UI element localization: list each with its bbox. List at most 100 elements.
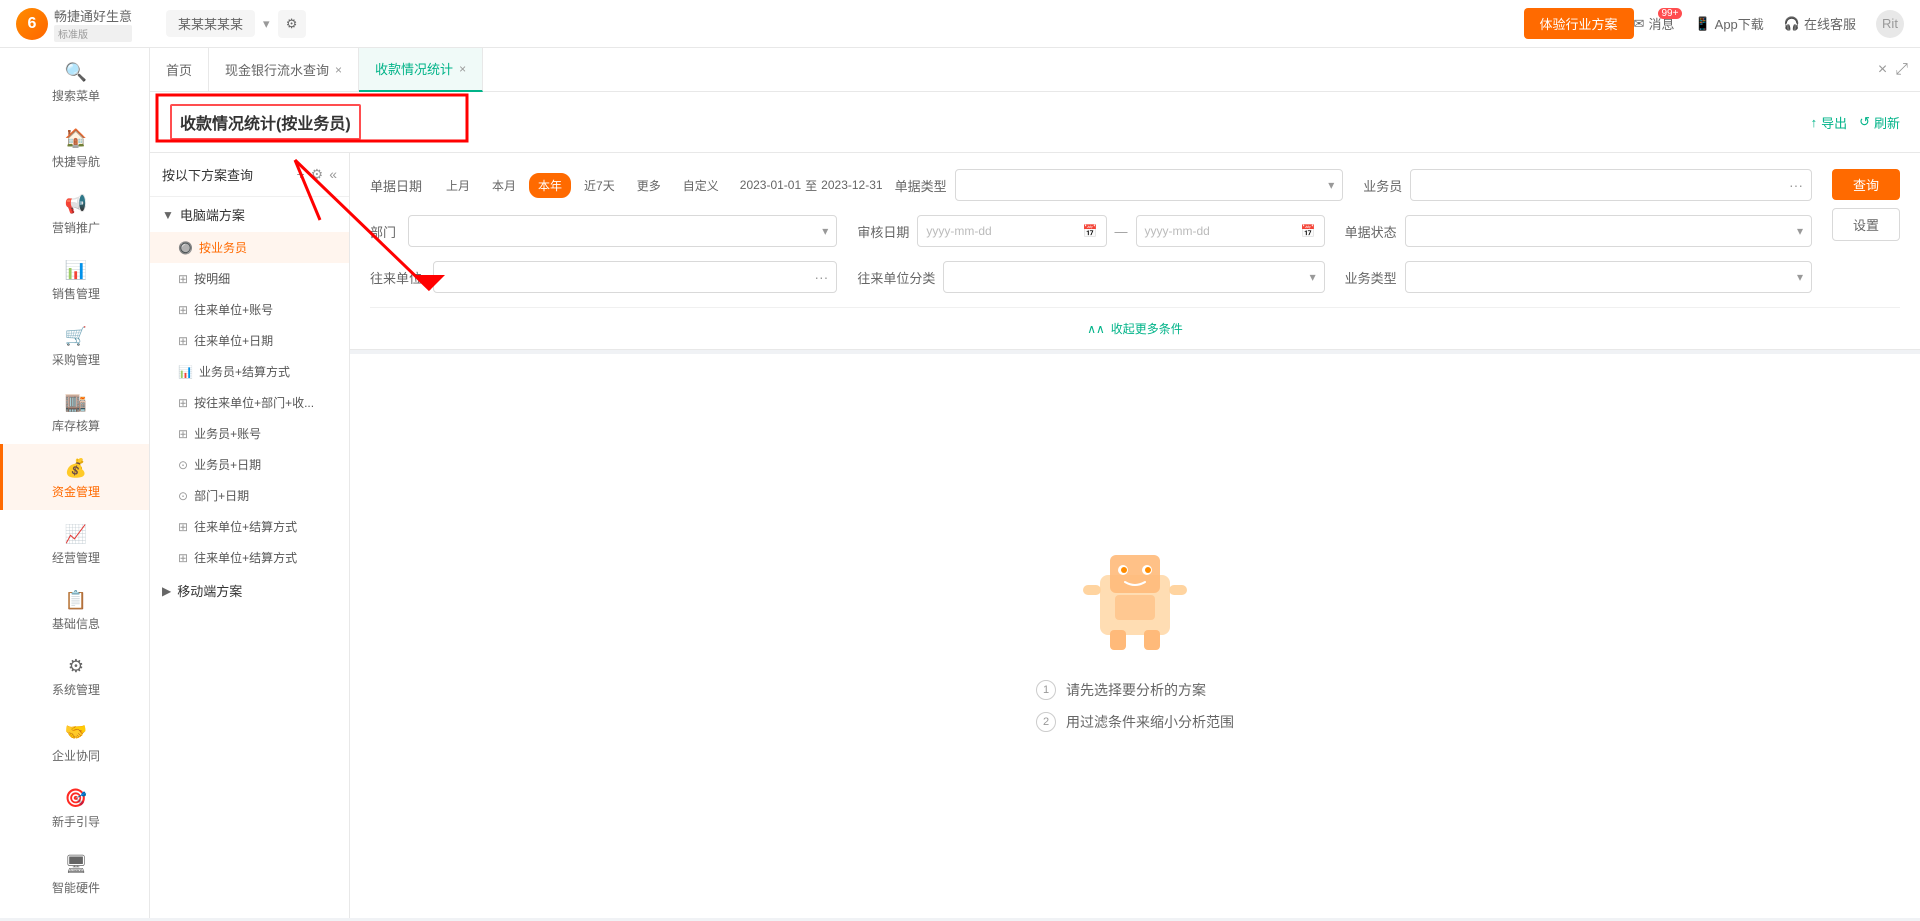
empty-step-2: 2 用过滤条件来缩小分析范围 bbox=[1036, 712, 1234, 732]
sidebar-item-corp[interactable]: 🤝 企业协同 bbox=[0, 708, 149, 774]
tab-restore-icon[interactable]: ⤢ bbox=[1895, 61, 1908, 79]
scheme-item-label-0: 按业务员 bbox=[199, 239, 247, 256]
counterpart-category-chevron: ▾ bbox=[1310, 270, 1316, 284]
message-icon: ✉ bbox=[1634, 16, 1645, 32]
scheme-panel: 按以下方案查询 + ⚙ « ▼ 电脑端方案 🔘 按业务员 bbox=[150, 153, 350, 918]
scheme-item-10[interactable]: ⊞ 往来单位+结算方式 bbox=[150, 542, 349, 573]
collapse-label: 收起更多条件 bbox=[1111, 320, 1183, 337]
business-type-select[interactable]: ▾ bbox=[1405, 261, 1812, 293]
dept-select[interactable]: ▾ bbox=[408, 215, 837, 247]
sidebar-label-inventory: 库存核算 bbox=[52, 417, 100, 434]
empty-area: 1 请先选择要分析的方案 2 用过滤条件来缩小分析范围 bbox=[350, 354, 1920, 918]
scheme-item-label-7: 业务员+日期 bbox=[194, 456, 261, 473]
scheme-item-7[interactable]: ⊙ 业务员+日期 bbox=[150, 449, 349, 480]
app-download-label: App下载 bbox=[1715, 14, 1764, 33]
scheme-item-6[interactable]: ⊞ 业务员+账号 bbox=[150, 418, 349, 449]
review-date-from[interactable]: yyyy-mm-dd 📅 bbox=[917, 215, 1106, 247]
sidebar-item-purchase[interactable]: 🛒 采购管理 bbox=[0, 312, 149, 378]
tab-close-all-icon[interactable]: × bbox=[1878, 61, 1887, 79]
scheme-item-3[interactable]: ⊞ 往来单位+日期 bbox=[150, 325, 349, 356]
counterpart-category-filter: 往来单位分类 ▾ bbox=[857, 261, 1324, 293]
collapse-bar[interactable]: ∧∧ 收起更多条件 bbox=[370, 307, 1900, 349]
workspace-dropdown-icon[interactable]: ▾ bbox=[263, 16, 270, 32]
sidebar-item-sysadmin[interactable]: ⚙ 系统管理 bbox=[0, 642, 149, 708]
sidebar-item-marketing[interactable]: 📢 营销推广 bbox=[0, 180, 149, 246]
shortcut-last-month[interactable]: 上月 bbox=[437, 173, 479, 198]
query-button[interactable]: 查询 bbox=[1832, 169, 1900, 200]
export-button[interactable]: ↑ 导出 bbox=[1811, 113, 1848, 132]
content-area: 首页 现金银行流水查询 × 收款情况统计 × × ⤢ 收款情况统计(按业务员) bbox=[150, 48, 1920, 918]
tab-receipt-stats[interactable]: 收款情况统计 × bbox=[359, 48, 483, 92]
sidebar-label-hardware: 智能硬件 bbox=[52, 879, 100, 896]
doctype-chevron-icon: ▾ bbox=[1328, 178, 1334, 192]
scheme-add-icon[interactable]: + bbox=[296, 166, 304, 183]
salesperson-more-icon: ··· bbox=[1789, 177, 1803, 193]
tab-cashflow-close[interactable]: × bbox=[335, 63, 342, 77]
trial-button[interactable]: 体验行业方案 bbox=[1524, 8, 1634, 39]
counterpart-category-select[interactable]: ▾ bbox=[943, 261, 1324, 293]
scheme-category-mobile[interactable]: ▶ 移动端方案 bbox=[150, 573, 349, 608]
sidebar-item-business[interactable]: 📈 经营管理 bbox=[0, 510, 149, 576]
sidebar-item-hardware[interactable]: 🖥 智能硬件 bbox=[0, 840, 149, 906]
scheme-item-2[interactable]: ⊞ 往来单位+账号 bbox=[150, 294, 349, 325]
settings-icon[interactable]: ⚙ bbox=[278, 10, 306, 38]
logo-text: 畅捷通好生意 bbox=[54, 6, 132, 25]
doc-status-select[interactable]: ▾ bbox=[1405, 215, 1812, 247]
sidebar-item-sales[interactable]: 📊 销售管理 bbox=[0, 246, 149, 312]
app-download-area[interactable]: 📱 App下载 bbox=[1694, 14, 1763, 33]
sidebar-item-quicknav[interactable]: 🏠 快捷导航 bbox=[0, 114, 149, 180]
robot-svg bbox=[1075, 540, 1195, 660]
doc-status-filter: 单据状态 ▾ bbox=[1345, 215, 1812, 247]
scheme-item-4[interactable]: 📊 业务员+结算方式 bbox=[150, 356, 349, 387]
shortcut-this-year[interactable]: 本年 bbox=[529, 173, 571, 198]
sidebar-item-baseinfo[interactable]: 📋 基础信息 bbox=[0, 576, 149, 642]
scheme-collapse-icon[interactable]: « bbox=[329, 166, 337, 183]
scheme-header-text: 按以下方案查询 bbox=[162, 165, 296, 184]
workspace-name[interactable]: 某某某某某 bbox=[166, 10, 255, 37]
scheme-item-9[interactable]: ⊞ 往来单位+结算方式 bbox=[150, 511, 349, 542]
shortcut-this-month[interactable]: 本月 bbox=[483, 173, 525, 198]
sidebar-label-sysadmin: 系统管理 bbox=[52, 681, 100, 698]
scheme-category-desktop[interactable]: ▼ 电脑端方案 bbox=[150, 197, 349, 232]
tab-receipt-stats-close[interactable]: × bbox=[459, 62, 466, 76]
shortcut-more[interactable]: 更多 bbox=[628, 173, 670, 198]
scheme-item-1[interactable]: ⊞ 按明细 bbox=[150, 263, 349, 294]
headset-icon: 🎧 bbox=[1784, 16, 1800, 32]
sidebar-item-finance[interactable]: 💰 资金管理 bbox=[0, 444, 149, 510]
online-service-area[interactable]: 🎧 在线客服 bbox=[1784, 14, 1856, 33]
refresh-button[interactable]: ↺ 刷新 bbox=[1859, 113, 1900, 132]
scheme-item-8[interactable]: ⊙ 部门+日期 bbox=[150, 480, 349, 511]
sidebar-item-inventory[interactable]: 🏬 库存核算 bbox=[0, 378, 149, 444]
tab-cashflow[interactable]: 现金银行流水查询 × bbox=[209, 48, 359, 92]
scheme-item-icon-2: ⊞ bbox=[178, 303, 188, 317]
doc-status-label: 单据状态 bbox=[1345, 222, 1397, 241]
review-date-separator: — bbox=[1115, 224, 1128, 239]
scheme-item-icon-0: 🔘 bbox=[178, 241, 193, 255]
shortcut-custom[interactable]: 自定义 bbox=[674, 173, 728, 198]
scheme-settings-icon[interactable]: ⚙ bbox=[311, 166, 324, 183]
sidebar-item-search[interactable]: 🔍 搜索菜单 bbox=[0, 48, 149, 114]
scheme-item-label-3: 往来单位+日期 bbox=[194, 332, 273, 349]
user-avatar[interactable]: Rit bbox=[1876, 10, 1904, 38]
right-panel: 单据日期 上月 本月 本年 近7天 更多 自定义 bbox=[350, 153, 1920, 918]
scheme-item-5[interactable]: ⊞ 按往来单位+部门+收... bbox=[150, 387, 349, 418]
sidebar-label-marketing: 营销推广 bbox=[52, 219, 100, 236]
scheme-list: 🔘 按业务员 ⊞ 按明细 ⊞ 往来单位+账号 ⊞ 往来单位+日期 bbox=[150, 232, 349, 573]
review-date-to[interactable]: yyyy-mm-dd 📅 bbox=[1136, 215, 1325, 247]
tab-receipt-stats-label: 收款情况统计 bbox=[375, 59, 453, 78]
counterpart-select[interactable]: ··· bbox=[433, 261, 837, 293]
sidebar-item-wechat[interactable]: 💬 企业微信 bbox=[0, 906, 149, 918]
page-title-box: 收款情况统计(按业务员) bbox=[170, 104, 361, 140]
scheme-item-0[interactable]: 🔘 按业务员 bbox=[150, 232, 349, 263]
filter-settings-button[interactable]: 设置 bbox=[1832, 208, 1900, 241]
salesperson-label: 业务员 bbox=[1363, 176, 1402, 195]
salesperson-select[interactable]: ··· bbox=[1410, 169, 1812, 201]
message-area[interactable]: ✉ 消息 99+ bbox=[1634, 14, 1675, 33]
doctype-select[interactable]: ▾ bbox=[955, 169, 1344, 201]
scheme-header-icons: + ⚙ « bbox=[296, 166, 337, 183]
calendar-icon-2: 📅 bbox=[1301, 224, 1316, 238]
shortcut-7days[interactable]: 近7天 bbox=[575, 173, 624, 198]
header-right: ✉ 消息 99+ 📱 App下载 🎧 在线客服 Rit bbox=[1634, 10, 1904, 38]
tab-home[interactable]: 首页 bbox=[150, 48, 209, 92]
sidebar-item-guide[interactable]: 🎯 新手引导 bbox=[0, 774, 149, 840]
